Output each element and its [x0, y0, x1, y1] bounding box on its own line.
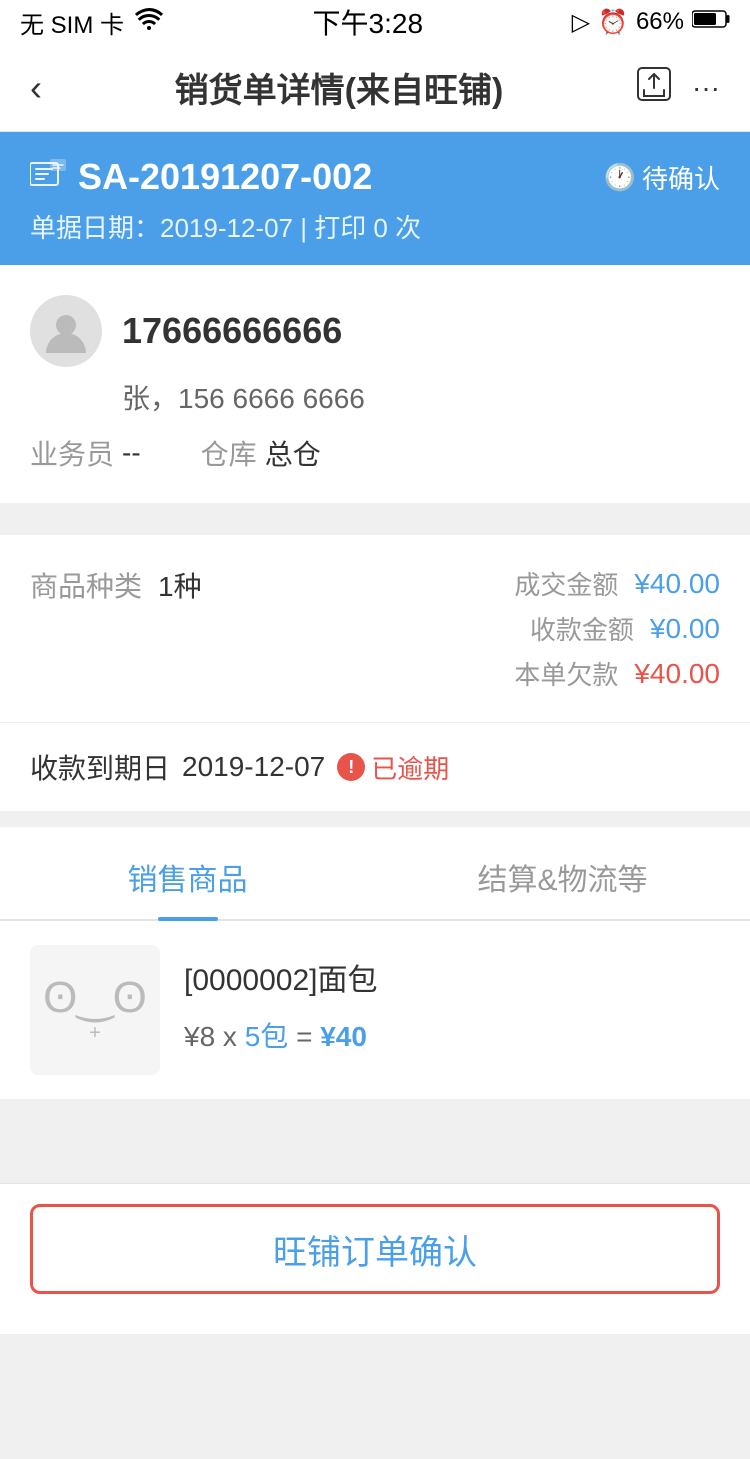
- tab-settlement[interactable]: 结算&物流等: [375, 827, 750, 919]
- battery-text: 66%: [636, 8, 684, 36]
- product-type-label: 商品种类: [30, 565, 142, 605]
- confirm-button-label: 旺铺订单确认: [273, 1225, 477, 1274]
- customer-meta: 业务员 -- 仓库 总仓: [30, 433, 720, 473]
- alarm-icon: ⏰: [598, 8, 628, 37]
- overdue-badge: ! 已逾期: [337, 749, 449, 786]
- clock-icon: 🕐: [604, 162, 636, 193]
- tab-sales-label: 销售商品: [128, 864, 248, 897]
- customer-section: 17666666666 张，156 6666 6666 业务员 -- 仓库 总仓: [0, 265, 750, 503]
- page-title: 销货单详情(来自旺铺): [175, 63, 504, 112]
- received-amount-value: ¥0.00: [650, 613, 720, 645]
- customer-row: 17666666666: [30, 295, 720, 367]
- product-item: ʘ‿ʘ + [0000002]面包 ¥8 x 5包 = ¥40: [30, 945, 720, 1075]
- product-image: ʘ‿ʘ +: [30, 945, 160, 1075]
- deal-amount-row: 成交金额 ¥40.00: [514, 565, 720, 602]
- order-status-text: 待确认: [642, 159, 720, 196]
- status-time: 下午3:28: [313, 2, 424, 42]
- customer-phone: 17666666666: [122, 310, 342, 352]
- order-date: 单据日期：2019-12-07 | 打印 0 次: [30, 208, 720, 245]
- nav-actions: ···: [636, 66, 720, 109]
- product-price: ¥8 x 5包 = ¥40: [184, 1015, 720, 1055]
- status-bar: 无 SIM 卡 下午3:28 ▷ ⏰ 66%: [0, 0, 750, 44]
- wifi-icon: [134, 8, 164, 37]
- bottom-section: 旺铺订单确认: [0, 1183, 750, 1334]
- product-equals: =: [296, 1021, 312, 1052]
- due-date-value: 2019-12-07: [182, 751, 325, 783]
- tab-settlement-label: 结算&物流等: [477, 864, 647, 897]
- product-type-value: 1种: [158, 565, 202, 605]
- product-type-item: 商品种类 1种: [30, 565, 202, 605]
- summary-right: 成交金额 ¥40.00 收款金额 ¥0.00 本单欠款 ¥40.00: [514, 565, 720, 692]
- back-button[interactable]: ‹: [30, 67, 42, 109]
- received-amount-row: 收款金额 ¥0.00: [530, 610, 720, 647]
- status-right: ▷ ⏰ 66%: [572, 8, 730, 37]
- summary-left: 商品种类 1种: [30, 565, 202, 609]
- deal-amount-value: ¥40.00: [634, 568, 720, 600]
- product-name: [0000002]面包: [184, 955, 720, 999]
- nav-bar: ‹ 销货单详情(来自旺铺) ···: [0, 44, 750, 132]
- owed-amount-value: ¥40.00: [634, 658, 720, 690]
- battery-icon: [692, 8, 730, 36]
- customer-name: 张，156 6666 6666: [30, 377, 720, 417]
- customer-avatar: [30, 295, 102, 367]
- confirm-order-button[interactable]: 旺铺订单确认: [30, 1204, 720, 1294]
- product-section: ʘ‿ʘ + [0000002]面包 ¥8 x 5包 = ¥40: [0, 921, 750, 1099]
- product-owl-icon: ʘ‿ʘ: [43, 976, 147, 1020]
- tabs-section: 销售商品 结算&物流等 ʘ‿ʘ + [0000002]面包 ¥8 x 5包 = …: [0, 827, 750, 1099]
- due-section: 收款到期日 2019-12-07 ! 已逾期: [0, 722, 750, 811]
- tabs-bar: 销售商品 结算&物流等: [0, 827, 750, 921]
- product-image-inner: ʘ‿ʘ +: [43, 976, 147, 1045]
- carrier-text: 无 SIM 卡: [20, 5, 124, 40]
- warehouse-item: 仓库 总仓: [201, 433, 321, 473]
- overdue-icon: !: [337, 753, 365, 781]
- order-header: SA-20191207-002 🕐 待确认 单据日期：2019-12-07 | …: [0, 132, 750, 265]
- order-id-text: SA-20191207-002: [78, 156, 372, 198]
- more-icon[interactable]: ···: [692, 72, 720, 104]
- overdue-text: 已逾期: [371, 749, 449, 786]
- divider-1: [0, 519, 750, 535]
- product-qty: 5包: [245, 1021, 289, 1052]
- warehouse-label: 仓库: [201, 433, 257, 473]
- tab-sales-products[interactable]: 销售商品: [0, 827, 375, 919]
- product-unit-price: ¥8 x: [184, 1021, 237, 1052]
- status-left: 无 SIM 卡: [20, 5, 164, 40]
- product-info: [0000002]面包 ¥8 x 5包 = ¥40: [184, 945, 720, 1055]
- due-date-label: 收款到期日: [30, 747, 170, 787]
- received-amount-label: 收款金额: [530, 610, 634, 647]
- order-header-top: SA-20191207-002 🕐 待确认: [30, 156, 720, 198]
- owed-amount-label: 本单欠款: [514, 655, 618, 692]
- product-plus-icon: +: [89, 1022, 101, 1045]
- order-id: SA-20191207-002: [30, 156, 372, 198]
- deal-amount-label: 成交金额: [514, 565, 618, 602]
- owed-amount-row: 本单欠款 ¥40.00: [514, 655, 720, 692]
- salesperson-label: 业务员: [30, 433, 114, 473]
- share-icon[interactable]: [636, 66, 672, 109]
- summary-section: 商品种类 1种 成交金额 ¥40.00 收款金额 ¥0.00 本单欠款 ¥40.…: [0, 535, 750, 722]
- warehouse-value: 总仓: [265, 433, 321, 473]
- salesperson-item: 业务员 --: [30, 433, 141, 473]
- order-icon: [30, 156, 66, 198]
- product-total: ¥40: [320, 1021, 367, 1052]
- order-status: 🕐 待确认: [604, 159, 720, 196]
- location-icon: ▷: [572, 8, 590, 37]
- salesperson-value: --: [122, 437, 141, 469]
